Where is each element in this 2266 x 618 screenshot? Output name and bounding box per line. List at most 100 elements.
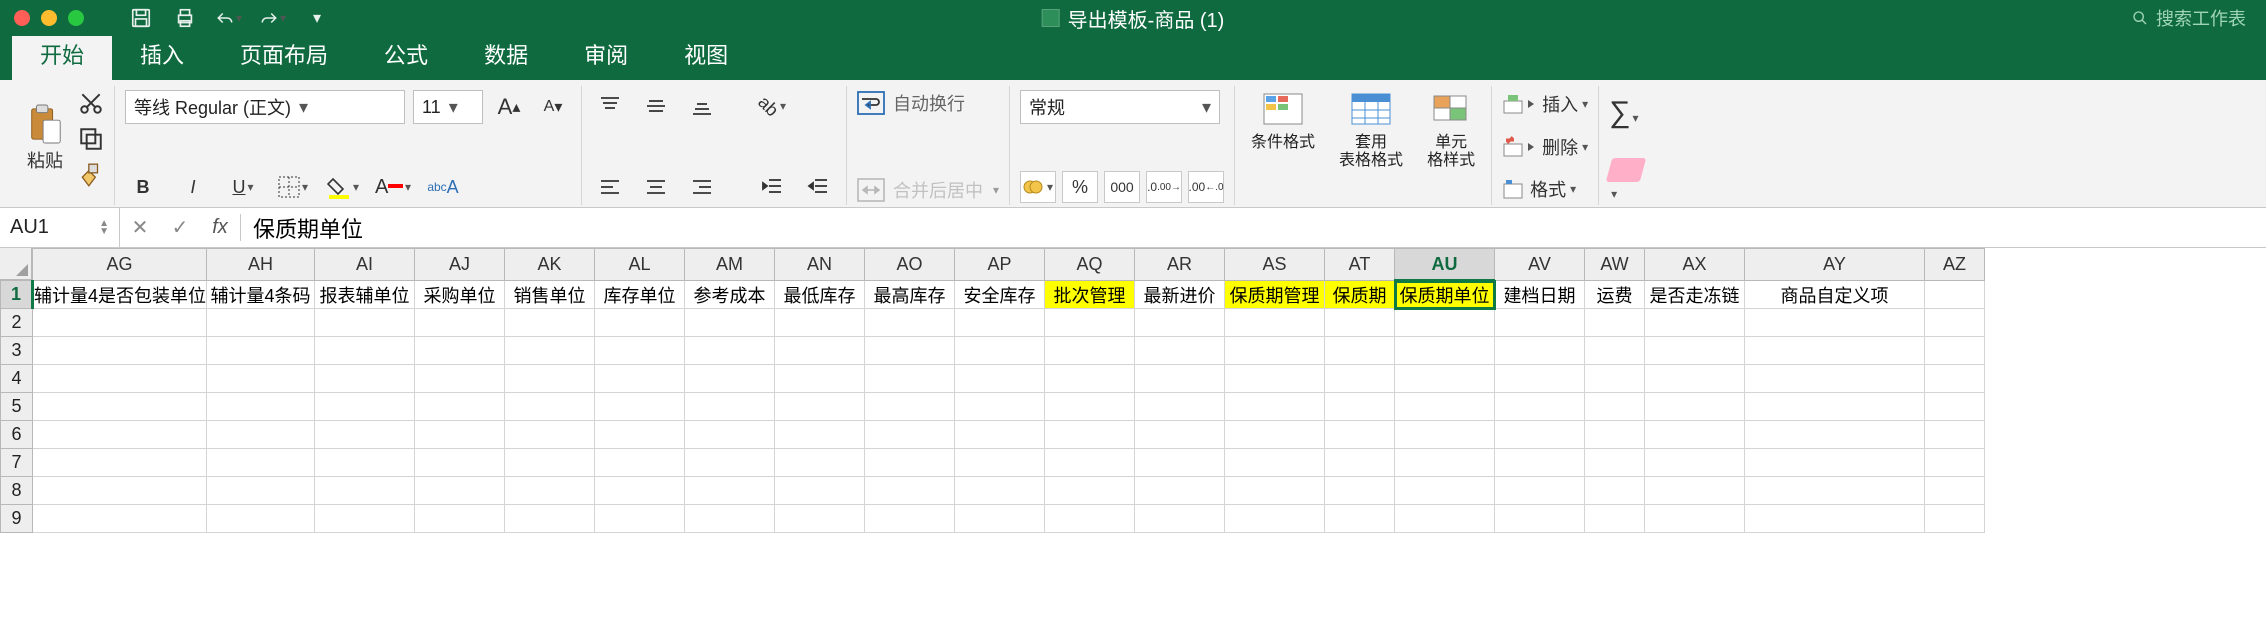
cell[interactable] — [685, 449, 775, 477]
bold-button[interactable]: B — [125, 171, 161, 203]
cell[interactable]: 安全库存 — [955, 281, 1045, 309]
column-header[interactable]: AS — [1225, 249, 1325, 281]
column-header[interactable]: AR — [1135, 249, 1225, 281]
cell[interactable] — [775, 309, 865, 337]
cell[interactable] — [1135, 421, 1225, 449]
cell-styles-button[interactable]: 单元 格样式 — [1421, 90, 1481, 171]
cell[interactable] — [505, 309, 595, 337]
increase-font-button[interactable]: A▴ — [491, 91, 527, 123]
column-header[interactable]: AX — [1645, 249, 1745, 281]
cell[interactable] — [207, 393, 315, 421]
cell[interactable] — [1925, 309, 1985, 337]
cell[interactable] — [1395, 421, 1495, 449]
wrap-text-button[interactable]: 自动换行 — [857, 90, 999, 116]
cell[interactable] — [1135, 477, 1225, 505]
maximize-window-button[interactable] — [68, 10, 84, 26]
cell[interactable] — [1495, 449, 1585, 477]
cell[interactable] — [865, 477, 955, 505]
increase-indent-button[interactable] — [800, 171, 836, 203]
cell[interactable] — [595, 505, 685, 533]
cell[interactable] — [1925, 505, 1985, 533]
cell[interactable] — [1325, 309, 1395, 337]
cell[interactable]: 商品自定义项 — [1745, 281, 1925, 309]
column-header[interactable]: AH — [207, 249, 315, 281]
cell[interactable] — [685, 477, 775, 505]
cell[interactable] — [955, 393, 1045, 421]
cell[interactable] — [315, 365, 415, 393]
cell[interactable] — [685, 421, 775, 449]
cell[interactable]: 保质期 — [1325, 281, 1395, 309]
cell[interactable] — [505, 421, 595, 449]
cell[interactable]: 批次管理 — [1045, 281, 1135, 309]
cell[interactable] — [315, 309, 415, 337]
cell[interactable] — [1225, 449, 1325, 477]
cell[interactable] — [315, 505, 415, 533]
font-color-button[interactable]: A▾ — [375, 171, 411, 203]
cell[interactable] — [595, 365, 685, 393]
cell[interactable] — [1745, 365, 1925, 393]
font-size-combo[interactable]: 11▾ — [413, 90, 483, 124]
column-header[interactable]: AP — [955, 249, 1045, 281]
save-icon[interactable] — [128, 5, 154, 31]
cell[interactable] — [1225, 477, 1325, 505]
cell[interactable] — [1745, 337, 1925, 365]
cell[interactable] — [685, 309, 775, 337]
cell[interactable]: 采购单位 — [415, 281, 505, 309]
cell[interactable] — [1585, 365, 1645, 393]
customize-qat-button[interactable]: ▾ — [304, 5, 330, 31]
cell[interactable] — [1045, 337, 1135, 365]
cell[interactable] — [1925, 393, 1985, 421]
percent-button[interactable]: % — [1062, 171, 1098, 203]
cell[interactable] — [505, 393, 595, 421]
cell[interactable] — [207, 449, 315, 477]
cell[interactable] — [1645, 337, 1745, 365]
minimize-window-button[interactable] — [41, 10, 57, 26]
cell[interactable]: 销售单位 — [505, 281, 595, 309]
cell[interactable] — [1045, 309, 1135, 337]
cell[interactable] — [207, 505, 315, 533]
cell[interactable] — [865, 505, 955, 533]
cell[interactable] — [1325, 449, 1395, 477]
undo-button[interactable]: ▾ — [216, 5, 242, 31]
cell[interactable] — [955, 365, 1045, 393]
cell[interactable] — [1045, 393, 1135, 421]
cell[interactable] — [595, 449, 685, 477]
cell[interactable] — [1045, 421, 1135, 449]
column-header[interactable]: AO — [865, 249, 955, 281]
cell[interactable]: 最低库存 — [775, 281, 865, 309]
align-top-button[interactable] — [592, 90, 628, 122]
cell[interactable] — [315, 421, 415, 449]
format-cells-button[interactable]: 格式▾ — [1502, 175, 1588, 203]
autosum-button[interactable]: ∑▾ — [1609, 96, 1638, 130]
cell[interactable] — [1225, 337, 1325, 365]
cell[interactable] — [1925, 281, 1985, 309]
cell[interactable] — [33, 393, 207, 421]
cell[interactable] — [505, 365, 595, 393]
cell[interactable] — [775, 449, 865, 477]
cell[interactable]: 参考成本 — [685, 281, 775, 309]
cell[interactable] — [775, 421, 865, 449]
column-header[interactable]: AY — [1745, 249, 1925, 281]
cell[interactable] — [1585, 477, 1645, 505]
cell[interactable] — [315, 449, 415, 477]
close-window-button[interactable] — [14, 10, 30, 26]
cell[interactable] — [1495, 477, 1585, 505]
column-header[interactable]: AZ — [1925, 249, 1985, 281]
enter-formula-button[interactable]: ✓ — [160, 208, 200, 247]
cell[interactable] — [685, 505, 775, 533]
cell[interactable] — [33, 505, 207, 533]
cell[interactable]: 最高库存 — [865, 281, 955, 309]
cell[interactable] — [865, 421, 955, 449]
cell[interactable] — [1645, 505, 1745, 533]
cell[interactable] — [1395, 477, 1495, 505]
cell[interactable] — [1585, 449, 1645, 477]
cell[interactable] — [1225, 421, 1325, 449]
fill-color-button[interactable]: ▾ — [325, 171, 361, 203]
underline-button[interactable]: U▾ — [225, 171, 261, 203]
cell[interactable] — [775, 393, 865, 421]
fx-button[interactable]: fx — [200, 208, 240, 247]
cell[interactable] — [1045, 477, 1135, 505]
select-all-corner[interactable] — [0, 248, 32, 280]
cell[interactable] — [1395, 365, 1495, 393]
cell[interactable] — [207, 421, 315, 449]
